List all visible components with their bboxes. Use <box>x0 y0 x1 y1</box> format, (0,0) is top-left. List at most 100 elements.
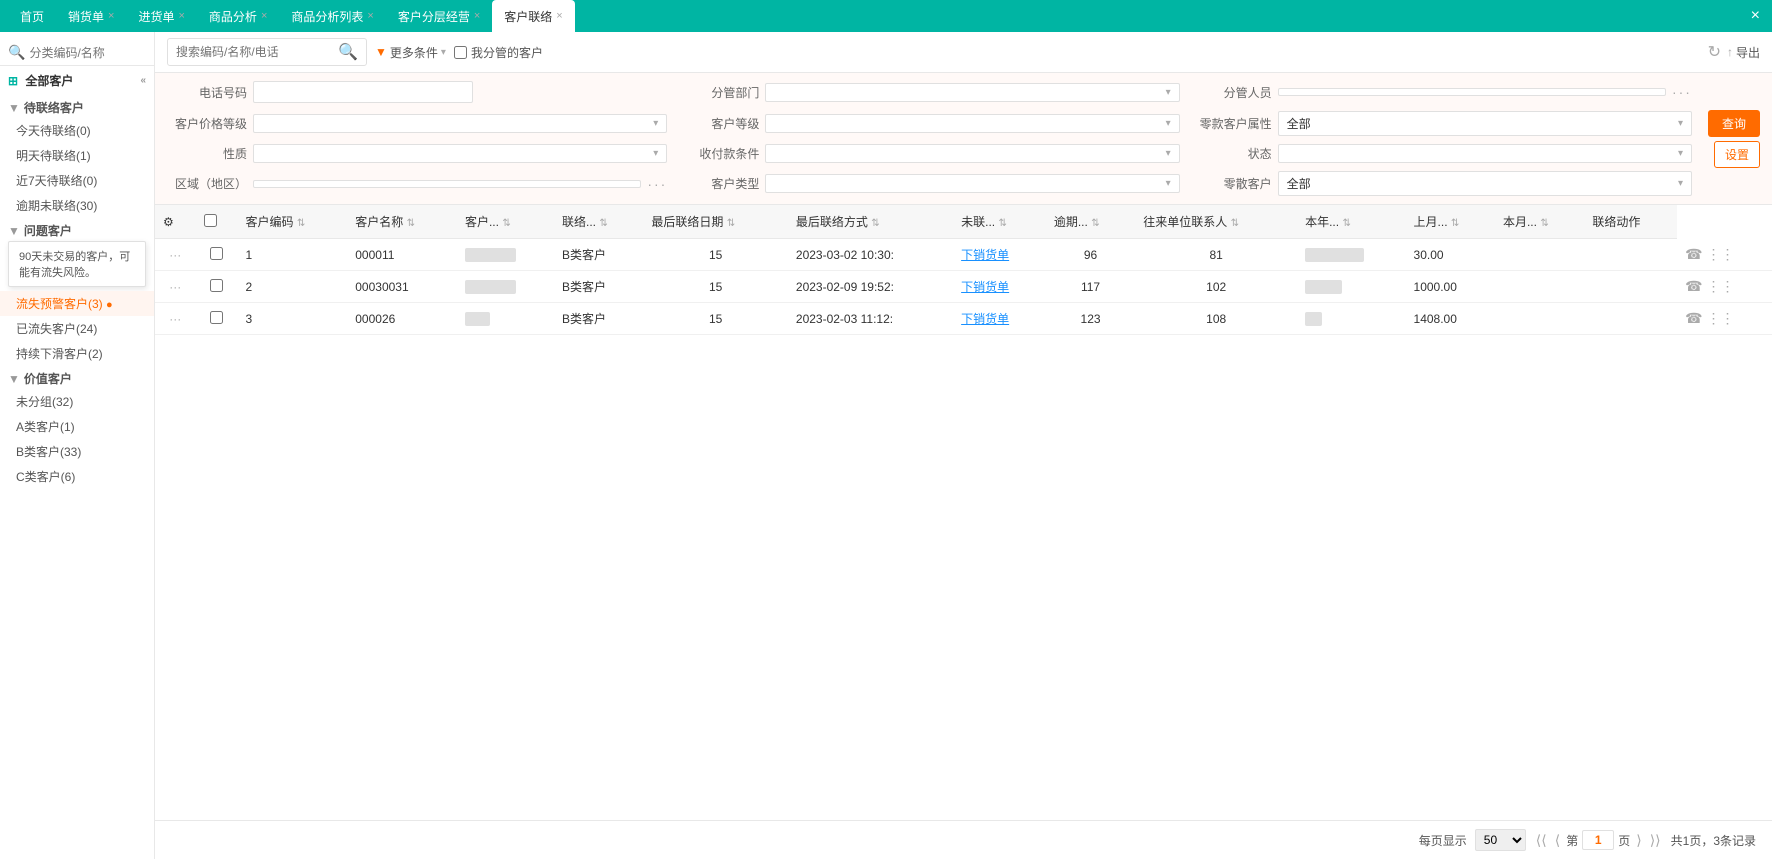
last-page-button[interactable]: ⟩⟩ <box>1648 832 1663 849</box>
nav-tab-商品分析列表[interactable]: 商品分析列表× <box>279 0 385 32</box>
action-more-icon[interactable]: ⋮⋮ <box>1707 278 1735 295</box>
filter-dept: 分管部门 ▾ <box>679 83 1179 102</box>
nav-tab-销货单[interactable]: 销货单× <box>56 0 126 32</box>
action-contact-icon[interactable]: ☎ <box>1685 278 1702 295</box>
nav-tab-close[interactable]: × <box>261 10 267 22</box>
last-method-link[interactable]: 下销货单 <box>961 280 1009 294</box>
filter-payment-select[interactable]: ▾ <box>765 144 1179 163</box>
td-type: B类客户 <box>554 303 643 335</box>
action-contact-icon[interactable]: ☎ <box>1685 310 1702 327</box>
row-settings-icon[interactable]: ··· <box>169 280 181 294</box>
nav-tab-close[interactable]: × <box>367 10 373 22</box>
row-checkbox-2[interactable] <box>210 311 223 324</box>
close-global-button[interactable]: × <box>1751 7 1760 25</box>
th-not_contacted[interactable]: 未联... <box>953 205 1046 239</box>
action-more-icon[interactable]: ⋮⋮ <box>1707 310 1735 327</box>
th-company_contact[interactable]: 往来单位联系人 <box>1135 205 1297 239</box>
sidebar-item-label: 未分组(32) <box>16 395 73 409</box>
sidebar-item-2-3[interactable]: C类客户(6) <box>0 464 154 489</box>
sidebar-item-1-0[interactable]: 流失预警客户(3) ● <box>0 291 154 316</box>
sidebar-item-2-0[interactable]: 未分组(32) <box>0 389 154 414</box>
sidebar-section-title-1[interactable]: ▼问题客户 <box>0 218 154 241</box>
nav-tab-close[interactable]: × <box>108 10 114 22</box>
nav-tab-close[interactable]: × <box>556 10 562 22</box>
filter-price-select[interactable]: ▾ <box>253 114 667 133</box>
nav-tab-客户分层经营[interactable]: 客户分层经营× <box>386 0 492 32</box>
sidebar-item-0-0[interactable]: 今天待联络(0) <box>0 118 154 143</box>
per-page-select[interactable]: 102050100 <box>1475 829 1526 851</box>
more-conditions-button[interactable]: ▼ 更多条件 ▾ <box>375 44 446 61</box>
my-customers-checkbox[interactable] <box>454 46 467 59</box>
row-checkbox-0[interactable] <box>210 247 223 260</box>
filter-type-select[interactable]: ▾ <box>765 174 1179 193</box>
refresh-icon[interactable]: ↻ <box>1708 42 1721 62</box>
action-more-icon[interactable]: ⋮⋮ <box>1707 246 1735 263</box>
search-button[interactable]: 🔍 <box>338 42 358 62</box>
th-overdue[interactable]: 逾期... <box>1046 205 1135 239</box>
section-title-label: 问题客户 <box>24 222 72 239</box>
sidebar-item-1-2[interactable]: 持续下滑客户(2) <box>0 341 154 366</box>
td-index: 1 <box>238 239 348 271</box>
nav-tab-close[interactable]: × <box>178 10 184 22</box>
next-page-button[interactable]: ⟩ <box>1634 832 1643 849</box>
sidebar-item-0-3[interactable]: 逾期未联络(30) <box>0 193 154 218</box>
sidebar-root-header[interactable]: ⊞ 全部客户 « <box>0 66 154 95</box>
query-button[interactable]: 查询 <box>1708 110 1760 137</box>
filter-person-select-wrapper[interactable] <box>1278 88 1666 96</box>
first-page-button[interactable]: ⟨⟨ <box>1534 832 1549 849</box>
th-last_contact_date[interactable]: 最后联络日期 <box>643 205 787 239</box>
last-method-link[interactable]: 下销货单 <box>961 248 1009 262</box>
export-button[interactable]: ↑ 导出 <box>1727 44 1760 61</box>
row-settings-icon[interactable]: ··· <box>169 248 181 262</box>
filter-region-more[interactable]: ··· <box>647 176 667 192</box>
sidebar-item-2-2[interactable]: B类客户(33) <box>0 439 154 464</box>
filter-zero-customer: 零散客户 全部 ▾ <box>1192 171 1692 196</box>
select-all-checkbox[interactable] <box>204 214 217 227</box>
filter-level-select[interactable]: ▾ <box>765 114 1179 133</box>
filter-zero-attr-label: 零款客户属性 <box>1192 115 1272 132</box>
th-last_month[interactable]: 上月... <box>1406 205 1495 239</box>
filter-zero-customer-select[interactable]: 全部 ▾ <box>1278 171 1692 196</box>
th-type[interactable]: 客户... <box>457 205 554 239</box>
filter-fields: 电话号码 分管部门 ▾ 分管人员 <box>167 81 1692 196</box>
nav-tab-进货单[interactable]: 进货单× <box>126 0 196 32</box>
sidebar-item-label: 今天待联络(0) <box>16 124 91 138</box>
nav-tab-商品分析[interactable]: 商品分析× <box>197 0 279 32</box>
search-input[interactable] <box>176 45 338 59</box>
filter-zero-attr-select[interactable]: 全部 ▾ <box>1278 111 1692 136</box>
th-last_contact_method[interactable]: 最后联络方式 <box>788 205 953 239</box>
sidebar-section-title-2[interactable]: ▼价值客户 <box>0 366 154 389</box>
th-this_year[interactable]: 本年... <box>1297 205 1405 239</box>
sidebar-item-0-2[interactable]: 近7天待联络(0) <box>0 168 154 193</box>
th-name[interactable]: 客户名称 <box>347 205 457 239</box>
row-checkbox-1[interactable] <box>210 279 223 292</box>
sidebar-search-input[interactable] <box>29 46 155 60</box>
filter-region-select[interactable] <box>253 180 641 188</box>
th-code[interactable]: 客户编码 <box>238 205 348 239</box>
filter-dept-select-wrapper[interactable]: ▾ <box>765 83 1179 102</box>
nav-tab-close[interactable]: × <box>474 10 480 22</box>
th-checkbox <box>196 205 238 239</box>
nav-tab-首页[interactable]: 首页 <box>8 0 56 32</box>
th-this_month[interactable]: 本月... <box>1495 205 1584 239</box>
row-settings-icon[interactable]: ··· <box>169 312 181 326</box>
sidebar-item-1-1[interactable]: 已流失客户(24) <box>0 316 154 341</box>
filter-person-more[interactable]: ··· <box>1672 84 1692 100</box>
th-contact[interactable]: 联络... <box>554 205 643 239</box>
sidebar-item-2-1[interactable]: A类客户(1) <box>0 414 154 439</box>
sidebar-section-title-0[interactable]: ▼待联络客户 <box>0 95 154 118</box>
filter-nature-select[interactable]: ▾ <box>253 144 667 163</box>
my-customers-checkbox-label[interactable]: 我分管的客户 <box>454 44 543 61</box>
sidebar-item-0-1[interactable]: 明天待联络(1) <box>0 143 154 168</box>
prev-page-button[interactable]: ⟨ <box>1553 832 1562 849</box>
td-company-contact: ███ 107... <box>1297 239 1405 271</box>
setting-button[interactable]: 设置 <box>1714 141 1760 168</box>
nav-tab-客户联络[interactable]: 客户联络× <box>492 0 574 32</box>
filter-phone-input[interactable] <box>253 81 473 103</box>
last-method-link[interactable]: 下销货单 <box>961 312 1009 326</box>
filter-customer-level: 客户等级 ▾ <box>679 114 1179 133</box>
td-last-method: 下销货单 <box>953 271 1046 303</box>
filter-status-select[interactable]: ▾ <box>1278 144 1692 163</box>
page-input[interactable] <box>1582 830 1614 850</box>
action-contact-icon[interactable]: ☎ <box>1685 246 1702 263</box>
